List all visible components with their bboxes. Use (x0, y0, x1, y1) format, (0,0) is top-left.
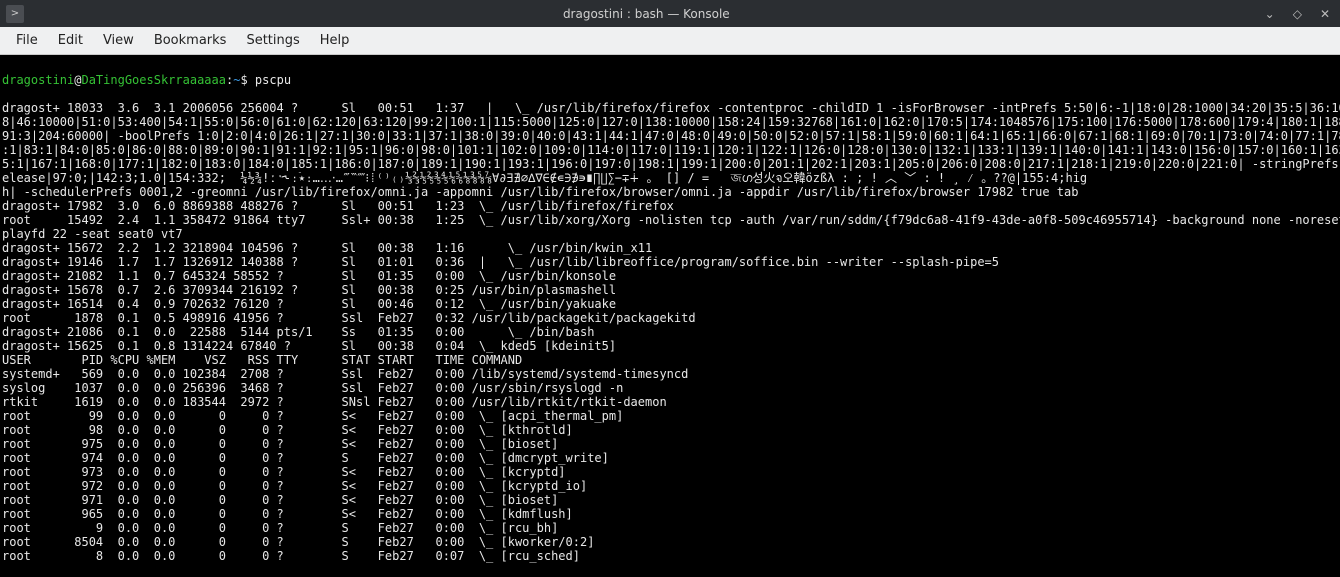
terminal-line: root 15492 2.4 1.1 358472 91864 tty7 Ssl… (2, 213, 1338, 227)
terminal-line: dragost+ 18033 3.6 3.1 2006056 256004 ? … (2, 101, 1338, 115)
prompt-line: dragostini@DaTingGoesSkrraaaaaa:~$ pscpu (2, 73, 1338, 87)
terminal-line: root 965 0.0 0.0 0 0 ? S< Feb27 0:00 \_ … (2, 507, 1338, 521)
terminal-line: root 99 0.0 0.0 0 0 ? S< Feb27 0:00 \_ [… (2, 409, 1338, 423)
terminal-line: USER PID %CPU %MEM VSZ RSS TTY STAT STAR… (2, 353, 1338, 367)
terminal-line: dragost+ 17982 3.0 6.0 8869388 488276 ? … (2, 199, 1338, 213)
terminal-line: dragost+ 21086 0.1 0.0 22588 5144 pts/1 … (2, 325, 1338, 339)
terminal-line: 91:3|204:60000| -boolPrefs 1:0|2:0|4:0|2… (2, 129, 1338, 143)
maximize-button[interactable]: ◇ (1289, 5, 1306, 23)
terminal-line: root 98 0.0 0.0 0 0 ? S< Feb27 0:00 \_ [… (2, 423, 1338, 437)
terminal-line: rtkit 1619 0.0 0.0 183544 2972 ? SNsl Fe… (2, 395, 1338, 409)
window-controls: ⌄ ◇ ✕ (1261, 5, 1334, 23)
terminal-line: root 973 0.0 0.0 0 0 ? S< Feb27 0:00 \_ … (2, 465, 1338, 479)
terminal-line: dragost+ 15625 0.1 0.8 1314224 67840 ? S… (2, 339, 1338, 353)
terminal-line: systemd+ 569 0.0 0.0 102384 2708 ? Ssl F… (2, 367, 1338, 381)
terminal-line: root 971 0.0 0.0 0 0 ? S< Feb27 0:00 \_ … (2, 493, 1338, 507)
terminal-line: root 974 0.0 0.0 0 0 ? S Feb27 0:00 \_ [… (2, 451, 1338, 465)
app-icon: > (6, 5, 24, 23)
terminal-line: root 8504 0.0 0.0 0 0 ? S Feb27 0:00 \_ … (2, 535, 1338, 549)
terminal-line: dragost+ 15672 2.2 1.2 3218904 104596 ? … (2, 241, 1338, 255)
prompt-glyph-icon: > (11, 8, 19, 19)
terminal-line: dragost+ 19146 1.7 1.7 1326912 140388 ? … (2, 255, 1338, 269)
terminal-output[interactable]: dragostini@DaTingGoesSkrraaaaaa:~$ pscpu… (0, 55, 1340, 577)
terminal-line: 5:1|167:1|168:0|177:1|182:0|183:0|184:0|… (2, 157, 1338, 171)
menu-bookmarks[interactable]: Bookmarks (144, 29, 237, 52)
terminal-line: elease|97:0;|142:3;1.0|154:332; ¼½¾ǃːˑ˞։… (2, 171, 1338, 185)
terminal-line: root 975 0.0 0.0 0 0 ? S< Feb27 0:00 \_ … (2, 437, 1338, 451)
menu-help[interactable]: Help (310, 29, 360, 52)
menu-bar: File Edit View Bookmarks Settings Help (0, 27, 1340, 55)
close-button[interactable]: ✕ (1316, 5, 1334, 23)
terminal-line: dragost+ 16514 0.4 0.9 702632 76120 ? Sl… (2, 297, 1338, 311)
menu-edit[interactable]: Edit (48, 29, 93, 52)
menu-view[interactable]: View (93, 29, 144, 52)
terminal-line: root 1878 0.1 0.5 498916 41956 ? Ssl Feb… (2, 311, 1338, 325)
terminal-line: syslog 1037 0.0 0.0 256396 3468 ? Ssl Fe… (2, 381, 1338, 395)
terminal-line: dragost+ 21082 1.1 0.7 645324 58552 ? Sl… (2, 269, 1338, 283)
prompt-user: dragostini (2, 73, 74, 87)
terminal-line: 8|46:10000|51:0|53:400|54:1|55:0|56:0|61… (2, 115, 1338, 129)
terminal-line: root 972 0.0 0.0 0 0 ? S< Feb27 0:00 \_ … (2, 479, 1338, 493)
terminal-line: dragost+ 15678 0.7 2.6 3709344 216192 ? … (2, 283, 1338, 297)
window-title: dragostini : bash — Konsole (32, 7, 1261, 21)
terminal-line: root 9 0.0 0.0 0 0 ? S Feb27 0:00 \_ [rc… (2, 521, 1338, 535)
terminal-line: :1|83:1|84:0|85:0|86:0|88:0|89:0|90:1|91… (2, 143, 1338, 157)
command-text: pscpu (255, 73, 291, 87)
minimize-button[interactable]: ⌄ (1261, 5, 1279, 23)
menu-settings[interactable]: Settings (236, 29, 309, 52)
terminal-line: root 8 0.0 0.0 0 0 ? S Feb27 0:07 \_ [rc… (2, 549, 1338, 563)
menu-file[interactable]: File (6, 29, 48, 52)
terminal-line: h| -schedulerPrefs 0001,2 -greomni /usr/… (2, 185, 1338, 199)
prompt-host: DaTingGoesSkrraaaaaa (81, 73, 226, 87)
terminal-line: playfd 22 -seat seat0 vt7 (2, 227, 1338, 241)
window-titlebar: > dragostini : bash — Konsole ⌄ ◇ ✕ (0, 0, 1340, 27)
